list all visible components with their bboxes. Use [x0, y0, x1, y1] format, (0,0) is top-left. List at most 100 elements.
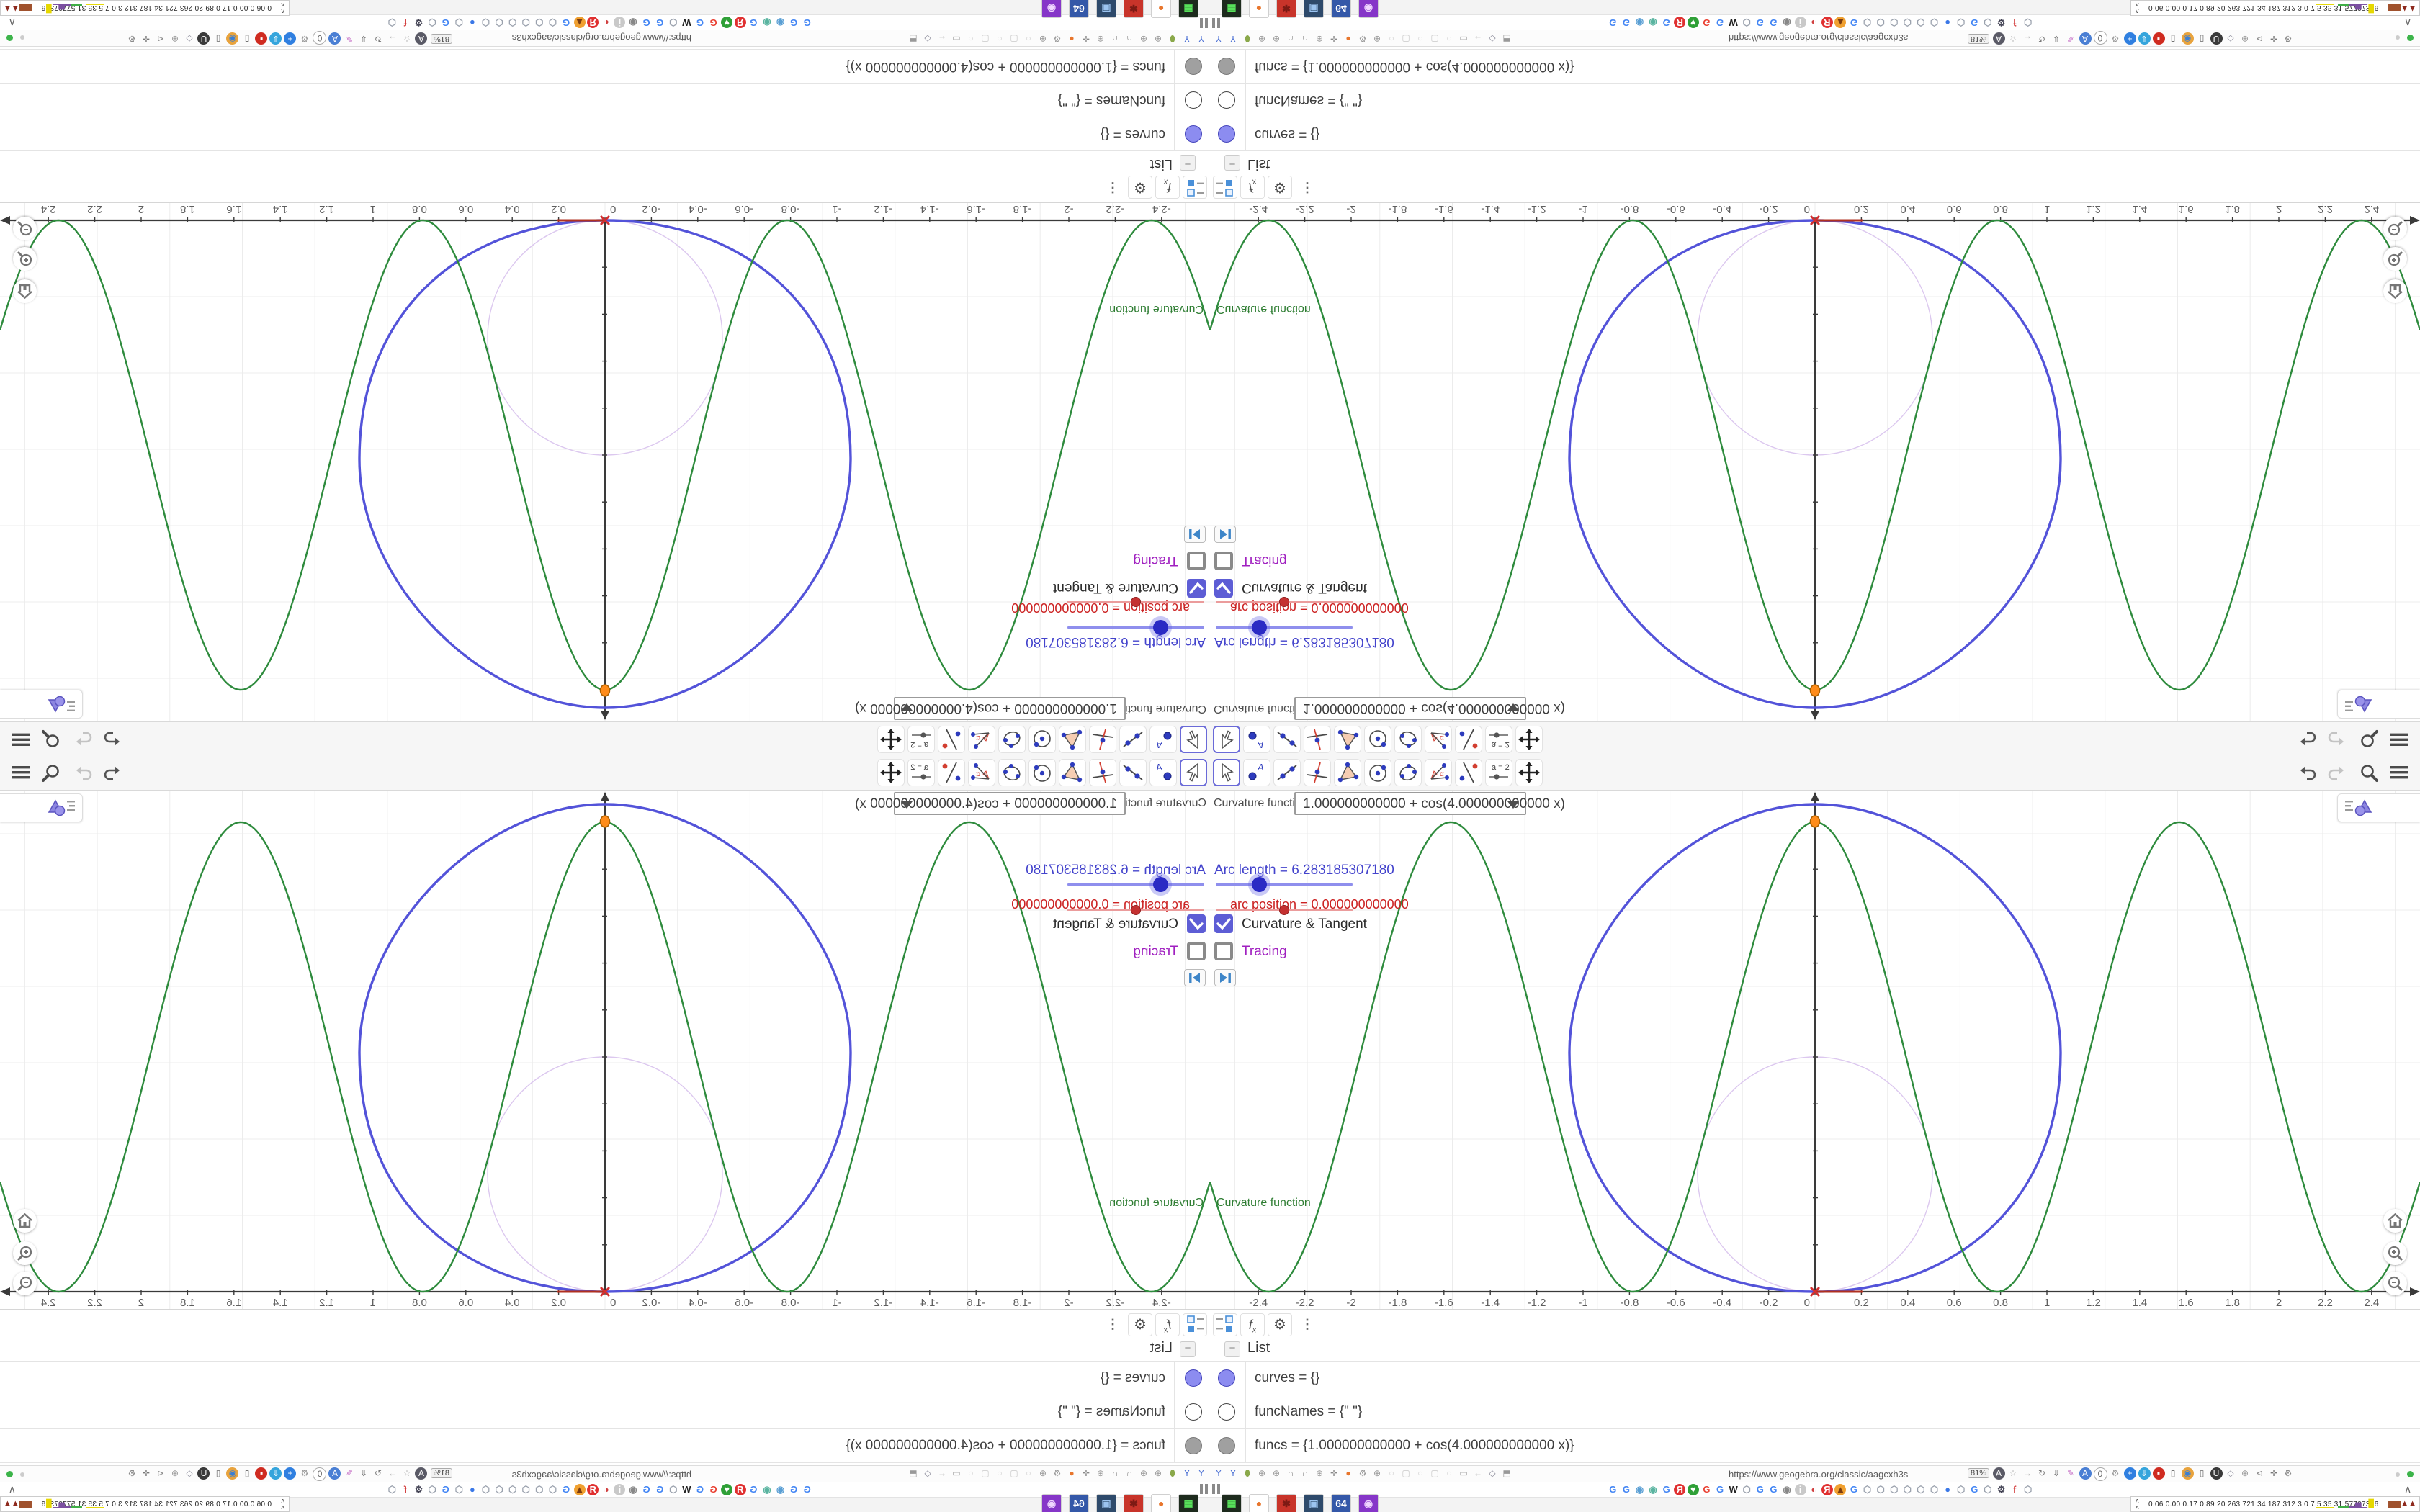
favicon[interactable]: ⬡ [1982, 1484, 1994, 1495]
algebra-tree-button[interactable] [1213, 176, 1237, 199]
zero-badge-icon[interactable]: 0 [313, 1467, 327, 1481]
redo-icon[interactable] [2325, 762, 2347, 783]
folder-icon[interactable]: ▭ [951, 32, 963, 45]
plus-ext-icon[interactable]: + [284, 32, 297, 45]
favicon[interactable]: ◉ [1634, 1484, 1645, 1495]
share-globe-icon[interactable]: ◉ [2181, 32, 2194, 45]
perpendicular-line-tool-icon[interactable] [1304, 726, 1331, 753]
reader-a7-icon[interactable]: A [415, 32, 428, 45]
algebra-tree-button[interactable] [1183, 176, 1207, 199]
favicon[interactable]: ⬡ [493, 1484, 505, 1495]
reader-a7-icon[interactable]: A [1992, 1467, 2005, 1480]
conic-tool-icon[interactable] [1394, 759, 1422, 786]
algebra-row[interactable]: funcs = {1.000000000000 + cos(4.00000000… [1210, 49, 2420, 83]
headset-icon[interactable]: ∩ [1285, 32, 1297, 45]
folder-icon[interactable]: ▭ [951, 1467, 963, 1480]
lock-icon[interactable]: ⬒ [908, 1467, 920, 1480]
play-animation-button[interactable] [1214, 526, 1236, 543]
address-url[interactable]: https://www.geogebra.org/classic/aagcxh3… [512, 1469, 691, 1480]
system-monitor-widget[interactable]: ᴧᴧ 0.06 0.00 0.17 0.89 20 263 721 34 187… [0, 0, 290, 16]
system-monitor-widget[interactable]: ᴧᴧ 0.06 0.00 0.17 0.89 20 263 721 34 187… [2130, 0, 2420, 16]
favicon[interactable]: ◉ [1647, 1484, 1659, 1495]
plus-ext-icon[interactable]: + [2123, 1467, 2136, 1480]
globe-icon[interactable]: ⊕ [1037, 1467, 1049, 1480]
algebra-fx-button[interactable]: fx [1240, 176, 1265, 199]
zero-badge-icon[interactable]: 0 [313, 31, 327, 45]
chevron-up-icon[interactable]: ∧ [2404, 17, 2411, 29]
globe-icon[interactable]: ⊕ [1314, 32, 1326, 45]
slider-tool-icon[interactable]: a = 2 [1485, 759, 1512, 786]
forward-arrow-icon[interactable]: → [2022, 1467, 2034, 1480]
favicon[interactable]: ⬡ [547, 17, 558, 28]
angle-tool-icon[interactable]: α [968, 726, 995, 753]
firefox-app-icon[interactable]: ● [1151, 1494, 1171, 1512]
reader-a7-icon[interactable]: A [1992, 32, 2005, 45]
bookmark-star-icon[interactable]: ☆ [2007, 1467, 2020, 1480]
graphics-stylebar-button[interactable] [0, 690, 83, 719]
highlighter-icon[interactable]: ✎ [344, 32, 356, 45]
gear-icon[interactable]: ⚙ [1052, 1467, 1064, 1480]
circle-tool-icon[interactable] [1364, 726, 1392, 753]
favicon[interactable]: G [788, 1484, 799, 1495]
visibility-toggle[interactable] [1218, 58, 1235, 75]
translate-icon[interactable]: A [328, 1467, 341, 1480]
lock-icon[interactable]: ⬒ [1501, 32, 1513, 45]
headset-icon[interactable]: ∩ [1124, 1467, 1136, 1480]
address-url[interactable]: https://www.geogebra.org/classic/aagcxh3… [1729, 32, 1908, 43]
favicon[interactable]: G [748, 17, 759, 28]
wrench-icon[interactable]: ✛ [2268, 1467, 2280, 1480]
wrench-icon[interactable]: ✛ [140, 32, 153, 45]
visibility-toggle[interactable] [1218, 91, 1235, 109]
floppy64-app-icon[interactable]: 64 [1069, 0, 1089, 18]
visibility-toggle[interactable] [1218, 1369, 1235, 1387]
purple-cat-app-icon[interactable]: ◉ [1358, 1494, 1379, 1512]
favicon[interactable]: G [1714, 17, 1726, 28]
shield-face-icon[interactable]: ◇ [2225, 32, 2237, 45]
headset-icon[interactable]: ∩ [1109, 1467, 1121, 1480]
globe-icon[interactable]: ⊕ [1095, 1467, 1107, 1480]
favicon[interactable]: ⚙ [413, 1484, 424, 1495]
gear-outline-icon[interactable]: ⚙ [2282, 32, 2295, 45]
tracing-checkbox[interactable] [1187, 552, 1206, 570]
algebra-row[interactable]: funcs = {1.000000000000 + cos(4.00000000… [1210, 1429, 2420, 1463]
download-icon[interactable]: ⇩ [2051, 1467, 2063, 1480]
thumb-icon[interactable]: ⊲ [155, 32, 167, 45]
conic-tool-icon[interactable] [998, 759, 1026, 786]
shield-icon[interactable]: ◇ [1487, 32, 1499, 45]
visibility-toggle[interactable] [1185, 1437, 1202, 1454]
wrench-icon[interactable]: ✛ [1080, 1467, 1093, 1480]
favicon[interactable]: ▲ [573, 17, 586, 28]
search-icon[interactable] [2358, 762, 2380, 783]
display-app-icon[interactable]: ▣ [1304, 1494, 1324, 1512]
favicon[interactable]: ⬡ [534, 17, 545, 28]
ublock-icon[interactable]: U [197, 32, 210, 45]
gear-icon[interactable]: ⚙ [2110, 1467, 2122, 1480]
chevron-up-icon[interactable]: ∧ [9, 17, 16, 29]
favicon[interactable]: ⬡ [1915, 17, 1927, 28]
firefox-app-icon[interactable]: ● [1151, 0, 1171, 18]
search-icon[interactable] [40, 729, 62, 750]
headset-icon[interactable]: ∩ [1285, 1467, 1297, 1480]
favicon[interactable]: Я [1674, 1484, 1686, 1495]
hamburger-menu-icon[interactable] [2388, 762, 2410, 783]
favicon[interactable]: ⬡ [1901, 17, 1913, 28]
reload-icon[interactable]: ↻ [372, 32, 385, 45]
favicon[interactable]: G [641, 1484, 653, 1495]
reload-icon[interactable]: ↻ [2036, 1467, 2048, 1480]
line-tool-icon[interactable] [1119, 726, 1147, 753]
globe-icon[interactable]: ⊕ [1256, 32, 1268, 45]
home-button[interactable] [13, 1209, 37, 1233]
highlighter-icon[interactable]: ✎ [344, 1467, 356, 1480]
shield-icon[interactable]: ◇ [922, 32, 934, 45]
arc-length-slider[interactable] [1216, 883, 1353, 886]
reflect-tool-icon[interactable] [1455, 759, 1482, 786]
bin-d-icon[interactable]: ▯ [2196, 32, 2208, 45]
hamburger-menu-icon[interactable] [10, 729, 32, 750]
favicon[interactable]: ▲ [573, 1484, 586, 1495]
arc-length-slider[interactable] [1216, 626, 1353, 629]
move-tool-icon[interactable] [1180, 759, 1207, 786]
gear-icon[interactable]: ⚙ [1357, 1467, 1369, 1480]
function-input[interactable]: 1.000000000000 + cos(4.000000000000 x) [855, 697, 1126, 720]
favicon[interactable]: W [681, 1484, 692, 1495]
favicon[interactable]: G [654, 1484, 666, 1495]
